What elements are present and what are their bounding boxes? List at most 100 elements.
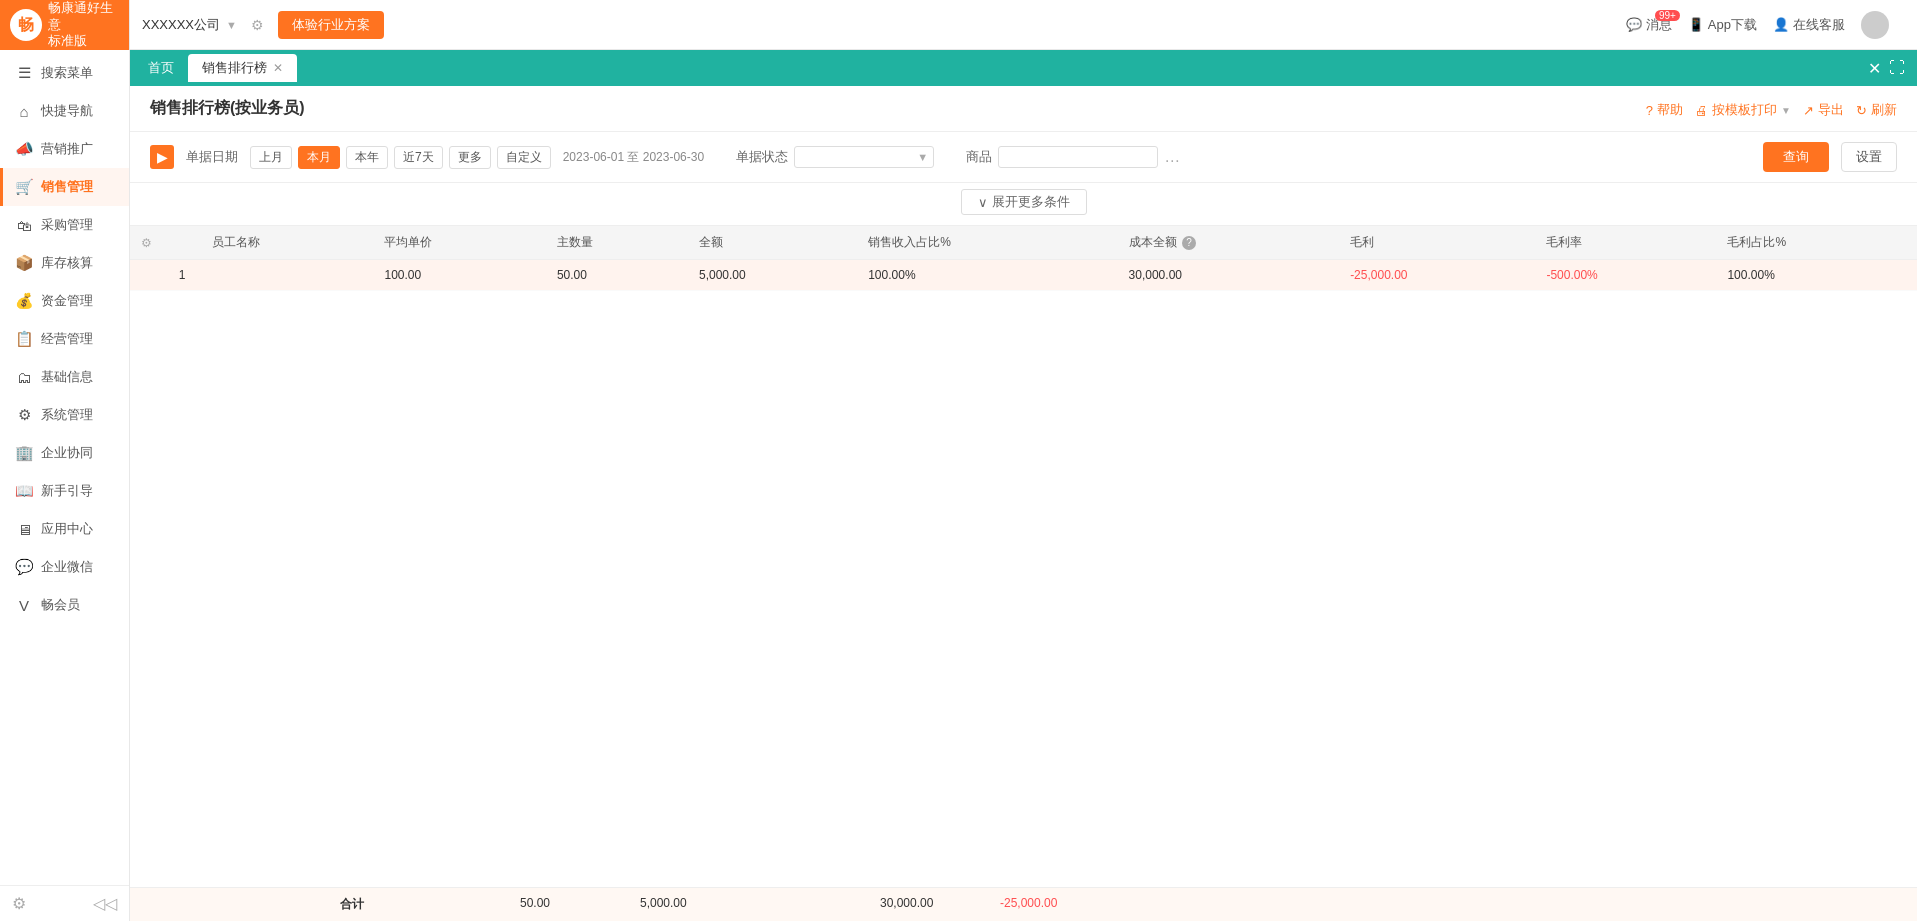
- sidebar-item-basic-info[interactable]: 🗂 基础信息: [0, 358, 129, 396]
- tab-sales-rank-label: 销售排行榜: [202, 59, 267, 77]
- message-icon: 💬: [1626, 17, 1642, 32]
- row-cost-cell: 30,000.00: [1119, 260, 1341, 291]
- goods-filter-input[interactable]: [998, 146, 1158, 168]
- sales-rank-table: ⚙ 员工名称 平均单价 主数量 全额 销售收入占比% 成本全额 ? 毛利 毛利率…: [130, 226, 1917, 291]
- tabbar: 首页 销售排行榜 ✕ ✕ ⛶: [130, 50, 1917, 86]
- quick-nav-icon: ⌂: [15, 103, 33, 120]
- date-filter-group: 上月 本月 本年 近7天 更多 自定义: [250, 146, 551, 169]
- date-btn-7days[interactable]: 近7天: [394, 146, 443, 169]
- window-close-icon[interactable]: ✕: [1868, 59, 1881, 78]
- refresh-button[interactable]: ↻ 刷新: [1856, 101, 1897, 119]
- sidebar-item-operation[interactable]: 📋 经营管理: [0, 320, 129, 358]
- avatar[interactable]: [1861, 11, 1889, 39]
- company-selector[interactable]: XXXXXX公司 ▼: [142, 16, 237, 34]
- page-header: 销售排行榜(按业务员) ? 帮助 🖨 按模板打印 ▼ ↗ 导出 ↻ 刷新: [130, 86, 1917, 132]
- sidebar-nav: ☰ 搜索菜单 ⌂ 快捷导航 📣 营销推广 🛒 销售管理 🛍 采购管理 📦 库存核…: [0, 50, 129, 885]
- sidebar-item-app-center[interactable]: 🖥 应用中心: [0, 510, 129, 548]
- sidebar-item-marketing[interactable]: 📣 营销推广: [0, 130, 129, 168]
- expand-chevron-icon: ∨: [978, 195, 988, 210]
- app-download-label: App下载: [1708, 16, 1757, 34]
- col-header-gross-pct: 毛利占比%: [1717, 226, 1917, 260]
- export-button[interactable]: ↗ 导出: [1803, 101, 1844, 119]
- row-gross-pct-cell: 100.00%: [1717, 260, 1917, 291]
- col-header-settings[interactable]: ⚙: [130, 226, 162, 260]
- row-avg-price-cell: 100.00: [374, 260, 546, 291]
- help-button[interactable]: ? 帮助: [1646, 101, 1683, 119]
- sidebar-item-finance[interactable]: 💰 资金管理: [0, 282, 129, 320]
- settings-bottom-icon[interactable]: ⚙: [12, 894, 26, 913]
- collapse-icon[interactable]: ◁◁: [93, 894, 117, 913]
- app-download-button[interactable]: 📱 App下载: [1688, 16, 1757, 34]
- footer-sales-pct: [750, 896, 870, 913]
- status-select[interactable]: [794, 146, 934, 168]
- date-btn-custom[interactable]: 自定义: [497, 146, 551, 169]
- col-header-sales-pct: 销售收入占比%: [858, 226, 1118, 260]
- row-amount-cell: 5,000.00: [689, 260, 858, 291]
- goods-filter: 商品 …: [966, 146, 1182, 168]
- message-badge: 99+: [1655, 10, 1680, 21]
- cost-info-icon[interactable]: ?: [1182, 236, 1196, 250]
- col-header-qty: 主数量: [547, 226, 689, 260]
- search-order-icon: ☰: [15, 64, 33, 82]
- print-dropdown-icon: ▼: [1781, 105, 1791, 116]
- date-filter-label: 单据日期: [186, 148, 238, 166]
- row-employee-cell: [202, 260, 374, 291]
- col-header-employee: 员工名称: [202, 226, 374, 260]
- footer-gross: -25,000.00: [990, 896, 1110, 913]
- print-button[interactable]: 🖨 按模板打印 ▼: [1695, 101, 1791, 119]
- sidebar: 畅 畅康通好生意 标准版 ☰ 搜索菜单 ⌂ 快捷导航 📣 营销推广 🛒 销售管理…: [0, 0, 130, 921]
- sidebar-item-enterprise[interactable]: 🏢 企业协同: [0, 434, 129, 472]
- filter-settings-button[interactable]: 设置: [1841, 142, 1897, 172]
- app-center-icon: 🖥: [15, 521, 33, 538]
- basic-info-icon: 🗂: [15, 369, 33, 386]
- topbar-settings-icon[interactable]: ⚙: [251, 17, 264, 33]
- date-btn-this-month[interactable]: 本月: [298, 146, 340, 169]
- online-service-button[interactable]: 👤 在线客服: [1773, 16, 1845, 34]
- wechat-icon: 💬: [15, 558, 33, 576]
- service-label: 在线客服: [1793, 16, 1845, 34]
- expand-conditions-bar: ∨ 展开更多条件: [130, 183, 1917, 226]
- sidebar-item-inventory[interactable]: 📦 库存核算: [0, 244, 129, 282]
- row-rank-cell: 1: [162, 260, 202, 291]
- sidebar-item-guide[interactable]: 📖 新手引导: [0, 472, 129, 510]
- status-filter-label: 单据状态: [736, 148, 788, 166]
- sidebar-item-purchase-mgmt[interactable]: 🛍 采购管理: [0, 206, 129, 244]
- help-icon: ?: [1646, 103, 1653, 118]
- topbar-right: 💬 消息 99+ 📱 App下载 👤 在线客服: [1626, 11, 1905, 39]
- export-icon: ↗: [1803, 103, 1814, 118]
- sidebar-bottom: ⚙ ◁◁: [0, 885, 129, 921]
- tab-close-icon[interactable]: ✕: [273, 61, 283, 75]
- filter-toggle-arrow[interactable]: ▶: [150, 145, 174, 169]
- row-gross-cell: -25,000.00: [1340, 260, 1536, 291]
- date-btn-more[interactable]: 更多: [449, 146, 491, 169]
- date-btn-this-year[interactable]: 本年: [346, 146, 388, 169]
- sidebar-item-sales-mgmt[interactable]: 🛒 销售管理: [0, 168, 129, 206]
- sidebar-logo: 畅 畅康通好生意 标准版: [0, 0, 129, 50]
- query-button[interactable]: 查询: [1763, 142, 1829, 172]
- expand-conditions-button[interactable]: ∨ 展开更多条件: [961, 189, 1087, 215]
- app-download-icon: 📱: [1688, 17, 1704, 32]
- content-area: 销售排行榜(按业务员) ? 帮助 🖨 按模板打印 ▼ ↗ 导出 ↻ 刷新: [130, 86, 1917, 921]
- system-icon: ⚙: [15, 406, 33, 424]
- col-header-avg-price: 平均单价: [374, 226, 546, 260]
- col-header-gross: 毛利: [1340, 226, 1536, 260]
- footer-cost: 30,000.00: [870, 896, 990, 913]
- sidebar-item-quick-nav[interactable]: ⌂ 快捷导航: [0, 92, 129, 130]
- col-header-amount: 全额: [689, 226, 858, 260]
- sidebar-item-system[interactable]: ⚙ 系统管理: [0, 396, 129, 434]
- row-settings-cell: [130, 260, 162, 291]
- sidebar-item-wechat[interactable]: 💬 企业微信: [0, 548, 129, 586]
- tab-sales-rank[interactable]: 销售排行榜 ✕: [188, 54, 297, 82]
- window-maximize-icon[interactable]: ⛶: [1889, 59, 1905, 77]
- date-btn-last-month[interactable]: 上月: [250, 146, 292, 169]
- trial-button[interactable]: 体验行业方案: [278, 11, 384, 39]
- service-icon: 👤: [1773, 17, 1789, 32]
- message-button[interactable]: 💬 消息 99+: [1626, 16, 1672, 34]
- goods-filter-ellipsis-icon[interactable]: …: [1164, 148, 1182, 166]
- sidebar-item-member[interactable]: V 畅会员: [0, 586, 129, 624]
- footer-total-label: 合计: [330, 896, 510, 913]
- sidebar-item-search-order[interactable]: ☰ 搜索菜单: [0, 54, 129, 92]
- print-icon: 🖨: [1695, 103, 1708, 118]
- tab-home[interactable]: 首页: [134, 54, 188, 82]
- tab-home-label: 首页: [148, 59, 174, 77]
